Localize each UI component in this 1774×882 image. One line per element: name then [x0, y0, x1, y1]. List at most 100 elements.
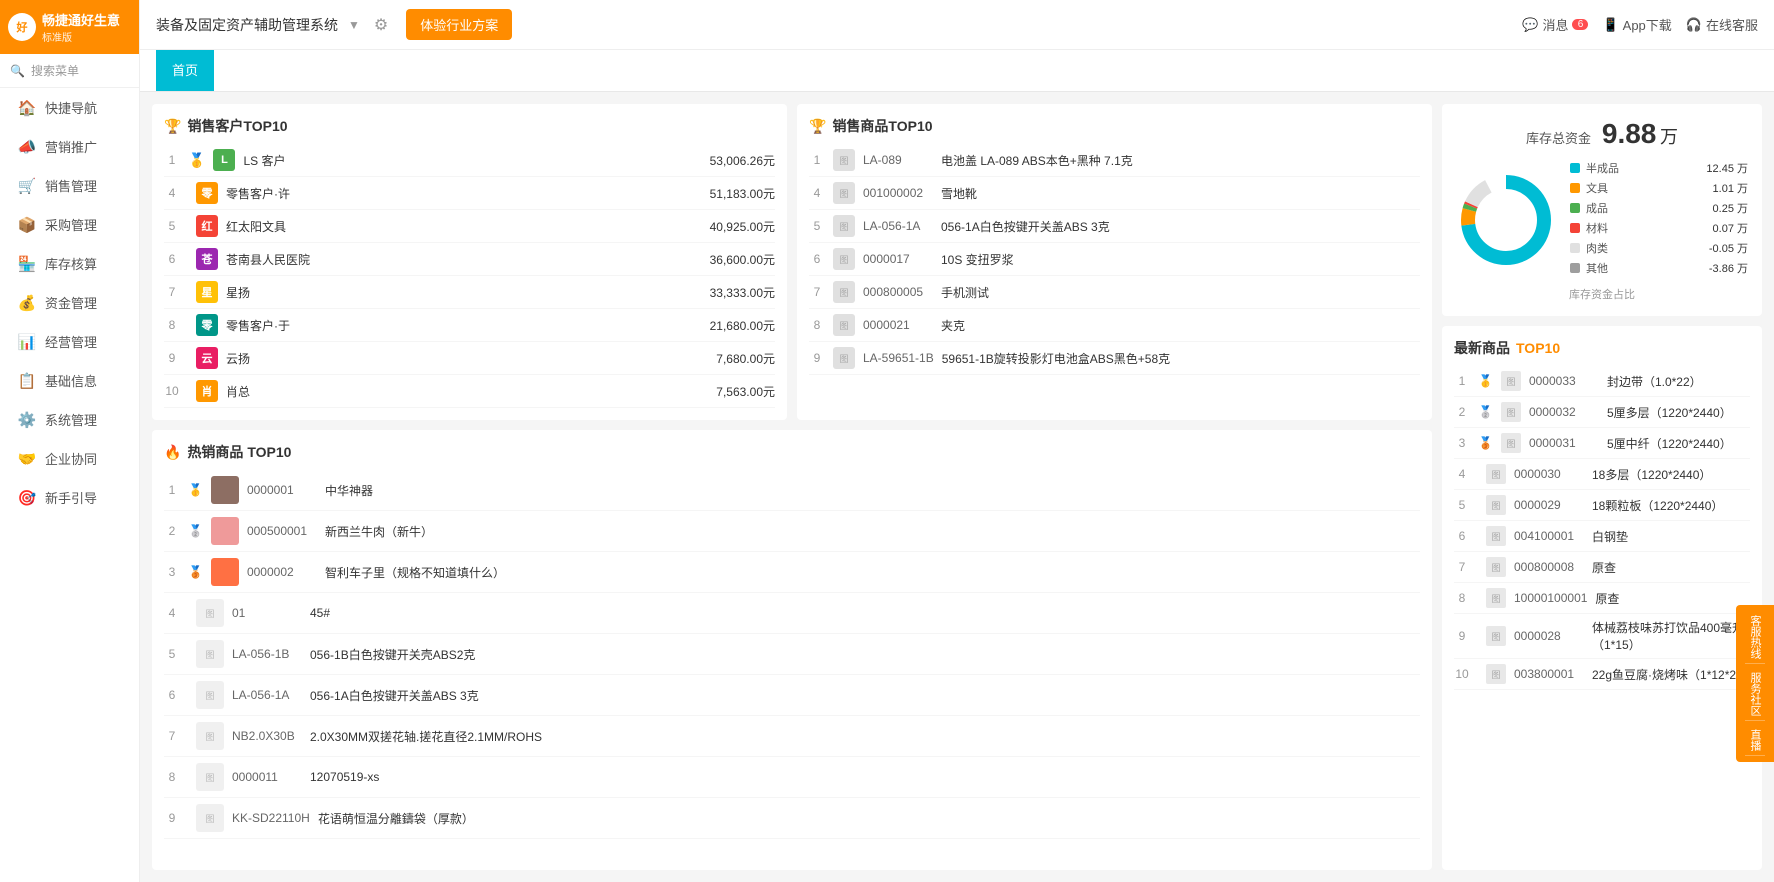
float-buttons[interactable]: 客服热线服务社区直播 — [1736, 605, 1774, 762]
product-code: LA-056-1A — [863, 219, 933, 233]
try-industry-button[interactable]: 体验行业方案 — [406, 9, 512, 40]
latest-product-item: 2 🥈 图 0000032 5厘多层（1220*2440） — [1454, 397, 1750, 428]
rank-medal: 🥈 — [1478, 405, 1493, 419]
quick-nav-label: 快捷导航 — [45, 98, 97, 117]
customer-list-item: 10 肖 肖总 7,563.00元 — [164, 375, 775, 408]
customer-amount: 36,600.00元 — [710, 251, 775, 268]
sidebar-item-operations[interactable]: 📊 经营管理 — [0, 322, 139, 361]
latest-name: 白钢垫 — [1592, 528, 1750, 545]
product-name: 电池盖 LA-089 ABS本色+黑种 7.1克 — [941, 152, 1420, 169]
product-name: 新西兰牛肉（新牛） — [325, 523, 1420, 540]
latest-code: 0000030 — [1514, 467, 1584, 481]
rank-num: 8 — [1454, 591, 1470, 605]
customer-avatar: 肖 — [196, 380, 218, 402]
float-button-item[interactable]: 客服热线 — [1745, 611, 1765, 664]
hot-product-item: 9 图 KK-SD22110H 花语萌恒温分離鑄袋（厚款） — [164, 798, 1420, 839]
hot-product-item: 8 图 0000011 12070519-xs — [164, 757, 1420, 798]
sidebar-item-purchase[interactable]: 📦 采购管理 — [0, 205, 139, 244]
inventory-footnote: 库存资金占比 — [1456, 286, 1748, 302]
latest-code: 004100001 — [1514, 529, 1584, 543]
product-name: 智利车子里（规格不知道填什么） — [325, 564, 1420, 581]
sidebar-item-sales[interactable]: 🛒 销售管理 — [0, 166, 139, 205]
app-name: 畅捷通好生意 — [42, 10, 120, 29]
dropdown-arrow-icon[interactable]: ▼ — [348, 18, 360, 32]
marketing-icon: 📣 — [17, 138, 37, 156]
content: 🏆 销售客户TOP10 1 🥇 L LS 客户 53,006.26元 4 零 零… — [140, 92, 1774, 882]
customer-name: 红太阳文具 — [226, 218, 702, 235]
latest-name: 5厘多层（1220*2440） — [1607, 404, 1750, 421]
float-button-item[interactable]: 服务社区 — [1745, 668, 1765, 721]
tab-home[interactable]: 首页 — [156, 50, 214, 91]
product-list-item: 1 图 LA-089 电池盖 LA-089 ABS本色+黑种 7.1克 — [809, 144, 1420, 177]
customer-amount: 53,006.26元 — [710, 152, 775, 169]
customer-avatar: 零 — [196, 314, 218, 336]
legend-item: 其他 -3.86 万 — [1570, 260, 1748, 276]
latest-product-item: 5 图 0000029 18颗粒板（1220*2440） — [1454, 490, 1750, 521]
latest-name: 5厘中纤（1220*2440） — [1607, 435, 1750, 452]
legend-value: 0.07 万 — [1713, 220, 1748, 236]
product-code: 01 — [232, 606, 302, 620]
search-icon: 🔍 — [10, 64, 25, 78]
basic-info-icon: 📋 — [17, 372, 37, 390]
app-sub: 标准版 — [42, 29, 120, 44]
latest-code: 0000032 — [1529, 405, 1599, 419]
customer-top10-card: 🏆 销售客户TOP10 1 🥇 L LS 客户 53,006.26元 4 零 零… — [152, 104, 787, 420]
legend-item: 成品 0.25 万 — [1570, 200, 1748, 216]
product-thumb: 图 — [833, 248, 855, 270]
guide-label: 新手引导 — [45, 488, 97, 507]
sidebar-item-marketing[interactable]: 📣 营销推广 — [0, 127, 139, 166]
product-code: 0000011 — [232, 770, 302, 784]
sidebar-item-system[interactable]: ⚙️ 系统管理 — [0, 400, 139, 439]
product-thumb: 图 — [833, 215, 855, 237]
sidebar-item-quick-nav[interactable]: 🏠 快捷导航 — [0, 88, 139, 127]
legend-label: 成品 — [1586, 200, 1707, 216]
hot-product-item: 4 图 01 45# — [164, 593, 1420, 634]
message-label: 消息 — [1542, 15, 1568, 34]
hot-product-item: 1 🥇 0000001 中华神器 — [164, 470, 1420, 511]
gear-icon[interactable]: ⚙ — [374, 15, 388, 35]
rank-medal: 🥉 — [188, 565, 203, 579]
rank-medal: 🥉 — [1478, 436, 1493, 450]
latest-product-item: 3 🥉 图 0000031 5厘中纤（1220*2440） — [1454, 428, 1750, 459]
product-image: 图 — [196, 763, 224, 791]
app-download-item[interactable]: 📱 App下载 — [1602, 15, 1671, 34]
main-area: 装备及固定资产辅助管理系统 ▼ ⚙ 体验行业方案 💬 消息 6 📱 App下载 … — [140, 0, 1774, 882]
sidebar-item-guide[interactable]: 🎯 新手引导 — [0, 478, 139, 517]
latest-products-list: 1 🥇 图 0000033 封边带（1.0*22） 2 🥈 图 0000032 … — [1454, 366, 1750, 690]
rank-num: 8 — [809, 318, 825, 332]
rank-num: 5 — [809, 219, 825, 233]
online-service-item[interactable]: 🎧 在线客服 — [1686, 15, 1758, 34]
product-code: LA-056-1A — [232, 688, 302, 702]
latest-thumb: 图 — [1486, 664, 1506, 684]
latest-name: 18颗粒板（1220*2440） — [1592, 497, 1750, 514]
product-code: KK-SD22110H — [232, 811, 310, 825]
product-image — [211, 476, 239, 504]
rank-num: 2 — [164, 524, 180, 538]
legend-value: 12.45 万 — [1706, 160, 1748, 176]
rank-medal: 🥇 — [188, 152, 205, 169]
latest-code: 10000100001 — [1514, 591, 1587, 605]
latest-name: 体械荔枝味苏打饮品400毫升（1*15） — [1592, 619, 1750, 653]
product-thumb: 图 — [833, 182, 855, 204]
customer-name: 零售客户·于 — [226, 317, 702, 334]
sidebar-item-inventory[interactable]: 🏪 库存核算 — [0, 244, 139, 283]
customer-list-item: 8 零 零售客户·于 21,680.00元 — [164, 309, 775, 342]
legend-label: 材料 — [1586, 220, 1707, 236]
product-name: 59651-1B旋转投影灯电池盒ABS黑色+58克 — [942, 350, 1420, 367]
message-item[interactable]: 💬 消息 6 — [1522, 15, 1588, 34]
legend-value: 0.25 万 — [1713, 200, 1748, 216]
purchase-label: 采购管理 — [45, 215, 97, 234]
legend-dot — [1570, 183, 1580, 193]
product-list-item: 4 图 001000002 雪地靴 — [809, 177, 1420, 210]
search-menu[interactable]: 🔍 搜索菜单 — [0, 54, 139, 88]
sidebar-item-basic-info[interactable]: 📋 基础信息 — [0, 361, 139, 400]
mobile-icon: 📱 — [1602, 17, 1618, 33]
sidebar-item-enterprise[interactable]: 🤝 企业协同 — [0, 439, 139, 478]
legend-dot — [1570, 203, 1580, 213]
legend-dot — [1570, 263, 1580, 273]
online-service-label: 在线客服 — [1706, 15, 1758, 34]
float-button-item[interactable]: 直播 — [1745, 725, 1765, 756]
product-image: 图 — [196, 599, 224, 627]
legend-value: 1.01 万 — [1713, 180, 1748, 196]
sidebar-item-finance[interactable]: 💰 资金管理 — [0, 283, 139, 322]
